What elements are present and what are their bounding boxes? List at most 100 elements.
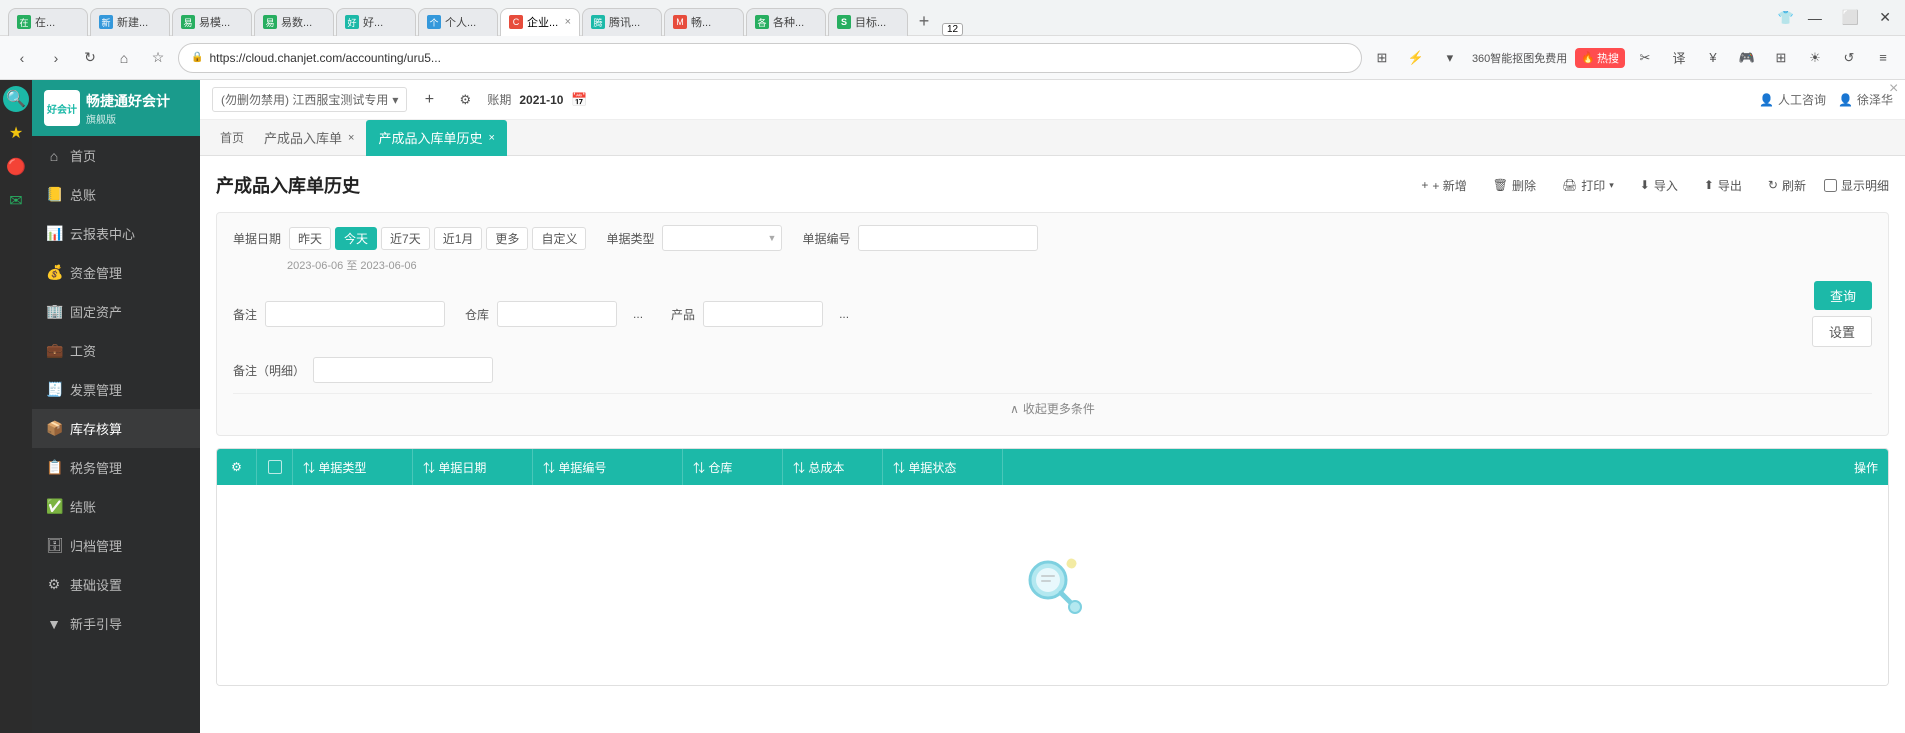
filter-settings-button[interactable]: 设置 bbox=[1812, 316, 1872, 347]
warehouse-input[interactable] bbox=[497, 301, 617, 327]
icon-bar-weibo[interactable]: 🔴 bbox=[3, 154, 29, 180]
date-week-button[interactable]: 近7天 bbox=[381, 227, 430, 250]
browser-tab-10[interactable]: M 畅... bbox=[664, 8, 744, 36]
settings-gear-button[interactable]: ⚙ bbox=[451, 86, 479, 114]
sidebar-item-payroll[interactable]: 💼 工资 bbox=[32, 331, 200, 370]
forward-button[interactable]: › bbox=[42, 44, 70, 72]
translate-icon[interactable]: 译 bbox=[1665, 44, 1693, 72]
date-month-button[interactable]: 近1月 bbox=[434, 227, 483, 250]
browser-tab-2[interactable]: 新 新建... bbox=[90, 8, 170, 36]
page-tab-history-close[interactable]: × bbox=[488, 132, 494, 144]
note-input[interactable] bbox=[265, 301, 445, 327]
sidebar-item-invoice[interactable]: 🧾 发票管理 bbox=[32, 370, 200, 409]
sidebar-item-tax[interactable]: 📋 税务管理 bbox=[32, 448, 200, 487]
sidebar-item-archive[interactable]: 🗄 归档管理 bbox=[32, 526, 200, 565]
add-button[interactable]: + + 新增 bbox=[1413, 173, 1474, 198]
refresh-browser-button[interactable]: ↻ bbox=[76, 44, 104, 72]
icon-bar-search[interactable]: 🔍 bbox=[3, 86, 29, 112]
page-tab-list[interactable]: 产成品入库单 × bbox=[252, 120, 366, 156]
hot-search-button[interactable]: 🔥 热搜 bbox=[1575, 48, 1625, 68]
browser-tab-8[interactable]: C 企业... × bbox=[500, 8, 580, 36]
th-bill-date[interactable]: ⇅ 单据日期 bbox=[413, 449, 533, 485]
browser-tab-9[interactable]: 腾 腾讯... bbox=[582, 8, 662, 36]
th-total-cost[interactable]: ⇅ 总成本 bbox=[783, 449, 883, 485]
restore-icon[interactable]: ↺ bbox=[1835, 44, 1863, 72]
dropdown-icon[interactable]: ▾ bbox=[1436, 44, 1464, 72]
select-all-checkbox[interactable] bbox=[268, 460, 282, 474]
detail-note-filter-group: 备注（明细） bbox=[233, 357, 493, 383]
sidebar-item-ledger[interactable]: 📒 总账 bbox=[32, 175, 200, 214]
sidebar-item-funds[interactable]: 💰 资金管理 bbox=[32, 253, 200, 292]
browser-tab-1[interactable]: 在 在... bbox=[8, 8, 88, 36]
right-panel-close-button[interactable]: × bbox=[1889, 80, 1898, 98]
th-settings[interactable]: ⚙ bbox=[217, 449, 257, 485]
breadcrumb[interactable]: 首页 bbox=[212, 129, 252, 146]
date-today-button[interactable]: 今天 bbox=[335, 227, 377, 250]
grid-icon[interactable]: ⊞ bbox=[1368, 44, 1396, 72]
sidebar-item-more[interactable]: ▼ 新手引导 bbox=[32, 604, 200, 643]
lightning-icon[interactable]: ⚡ bbox=[1402, 44, 1430, 72]
maximize-button[interactable]: ⬜ bbox=[1836, 7, 1865, 28]
account-selector[interactable]: (勿删勿禁用) 江西服宝测试专用 ▾ bbox=[212, 87, 407, 112]
detail-note-input[interactable] bbox=[313, 357, 493, 383]
product-input[interactable] bbox=[703, 301, 823, 327]
import-button[interactable]: ⬇ 导入 bbox=[1632, 173, 1686, 198]
date-yesterday-button[interactable]: 昨天 bbox=[289, 227, 331, 250]
game-icon[interactable]: 🎮 bbox=[1733, 44, 1761, 72]
back-button[interactable]: ‹ bbox=[8, 44, 36, 72]
address-bar[interactable]: 🔒 https://cloud.chanjet.com/accounting/u… bbox=[178, 43, 1362, 73]
th-bill-type[interactable]: ⇅ 单据类型 bbox=[293, 449, 413, 485]
sidebar-item-settle[interactable]: ✅ 结账 bbox=[32, 487, 200, 526]
page-tab-list-close[interactable]: × bbox=[348, 132, 354, 144]
show-columns-checkbox[interactable] bbox=[1824, 179, 1837, 192]
minimize-button[interactable]: — bbox=[1802, 8, 1828, 28]
sidebar-logo-text: 畅捷通好会计 bbox=[86, 91, 170, 111]
sidebar-item-inventory[interactable]: 📦 库存核算 bbox=[32, 409, 200, 448]
close-window-button[interactable]: ✕ bbox=[1873, 7, 1897, 28]
collapse-button[interactable]: ∧ 收起更多条件 bbox=[233, 393, 1872, 423]
browser-tab-6[interactable]: 个 个人... bbox=[418, 8, 498, 36]
export-button[interactable]: ⬆ 导出 bbox=[1696, 173, 1750, 198]
browser-tab-3[interactable]: 易 易模... bbox=[172, 8, 252, 36]
sun-icon[interactable]: ☀ bbox=[1801, 44, 1829, 72]
new-tab-button[interactable]: + bbox=[910, 8, 938, 36]
th-warehouse[interactable]: ⇅ 仓库 bbox=[683, 449, 783, 485]
bookmark-button[interactable]: ☆ bbox=[144, 44, 172, 72]
sidebar-item-fixed-assets[interactable]: 🏢 固定资产 bbox=[32, 292, 200, 331]
refresh-button[interactable]: ↻ 刷新 bbox=[1760, 173, 1814, 198]
apps-icon[interactable]: ⊞ bbox=[1767, 44, 1795, 72]
product-more-button[interactable]: ... bbox=[831, 303, 857, 325]
bill-number-input[interactable] bbox=[858, 225, 1038, 251]
delete-label: 删除 bbox=[1512, 177, 1536, 194]
menu-icon[interactable]: ≡ bbox=[1869, 44, 1897, 72]
query-button[interactable]: 查询 bbox=[1814, 281, 1872, 310]
sidebar-item-basic[interactable]: ⚙ 基础设置 bbox=[32, 565, 200, 604]
user-service-button[interactable]: 👤 人工咨询 bbox=[1759, 91, 1826, 108]
print-button[interactable]: 🖨 打印 ▾ bbox=[1554, 173, 1622, 198]
add-account-button[interactable]: + bbox=[415, 86, 443, 114]
scissors-icon[interactable]: ✂ bbox=[1631, 44, 1659, 72]
home-browser-button[interactable]: ⌂ bbox=[110, 44, 138, 72]
icon-bar-mail[interactable]: ✉ bbox=[3, 188, 29, 214]
calendar-icon[interactable]: 📅 bbox=[571, 92, 587, 108]
icon-bar-star[interactable]: ★ bbox=[3, 120, 29, 146]
delete-button[interactable]: 🗑 删除 bbox=[1485, 173, 1544, 198]
browser-tab-11[interactable]: 各 各种... bbox=[746, 8, 826, 36]
sidebar-item-home[interactable]: ⌂ 首页 bbox=[32, 136, 200, 175]
browser-tab-4[interactable]: 易 易数... bbox=[254, 8, 334, 36]
warehouse-more-button[interactable]: ... bbox=[625, 303, 651, 325]
bill-type-select[interactable] bbox=[662, 225, 782, 251]
tab-close-8[interactable]: × bbox=[565, 16, 571, 28]
th-checkbox[interactable] bbox=[257, 449, 293, 485]
yuan-icon[interactable]: ¥ bbox=[1699, 44, 1727, 72]
user-profile-button[interactable]: 👤 徐泽华 bbox=[1838, 91, 1893, 108]
browser-tab-5[interactable]: 好 好... bbox=[336, 8, 416, 36]
date-custom-button[interactable]: 自定义 bbox=[532, 227, 586, 250]
th-bill-status[interactable]: ⇅ 单据状态 bbox=[883, 449, 1003, 485]
sidebar-item-report[interactable]: 📊 云报表中心 bbox=[32, 214, 200, 253]
browser-tab-12[interactable]: S 目标... bbox=[828, 8, 908, 36]
page-tab-history[interactable]: 产成品入库单历史 × bbox=[366, 120, 506, 156]
show-columns-toggle[interactable]: 显示明细 bbox=[1824, 177, 1889, 194]
th-bill-number[interactable]: ⇅ 单据编号 bbox=[533, 449, 683, 485]
date-more-button[interactable]: 更多 bbox=[486, 227, 528, 250]
